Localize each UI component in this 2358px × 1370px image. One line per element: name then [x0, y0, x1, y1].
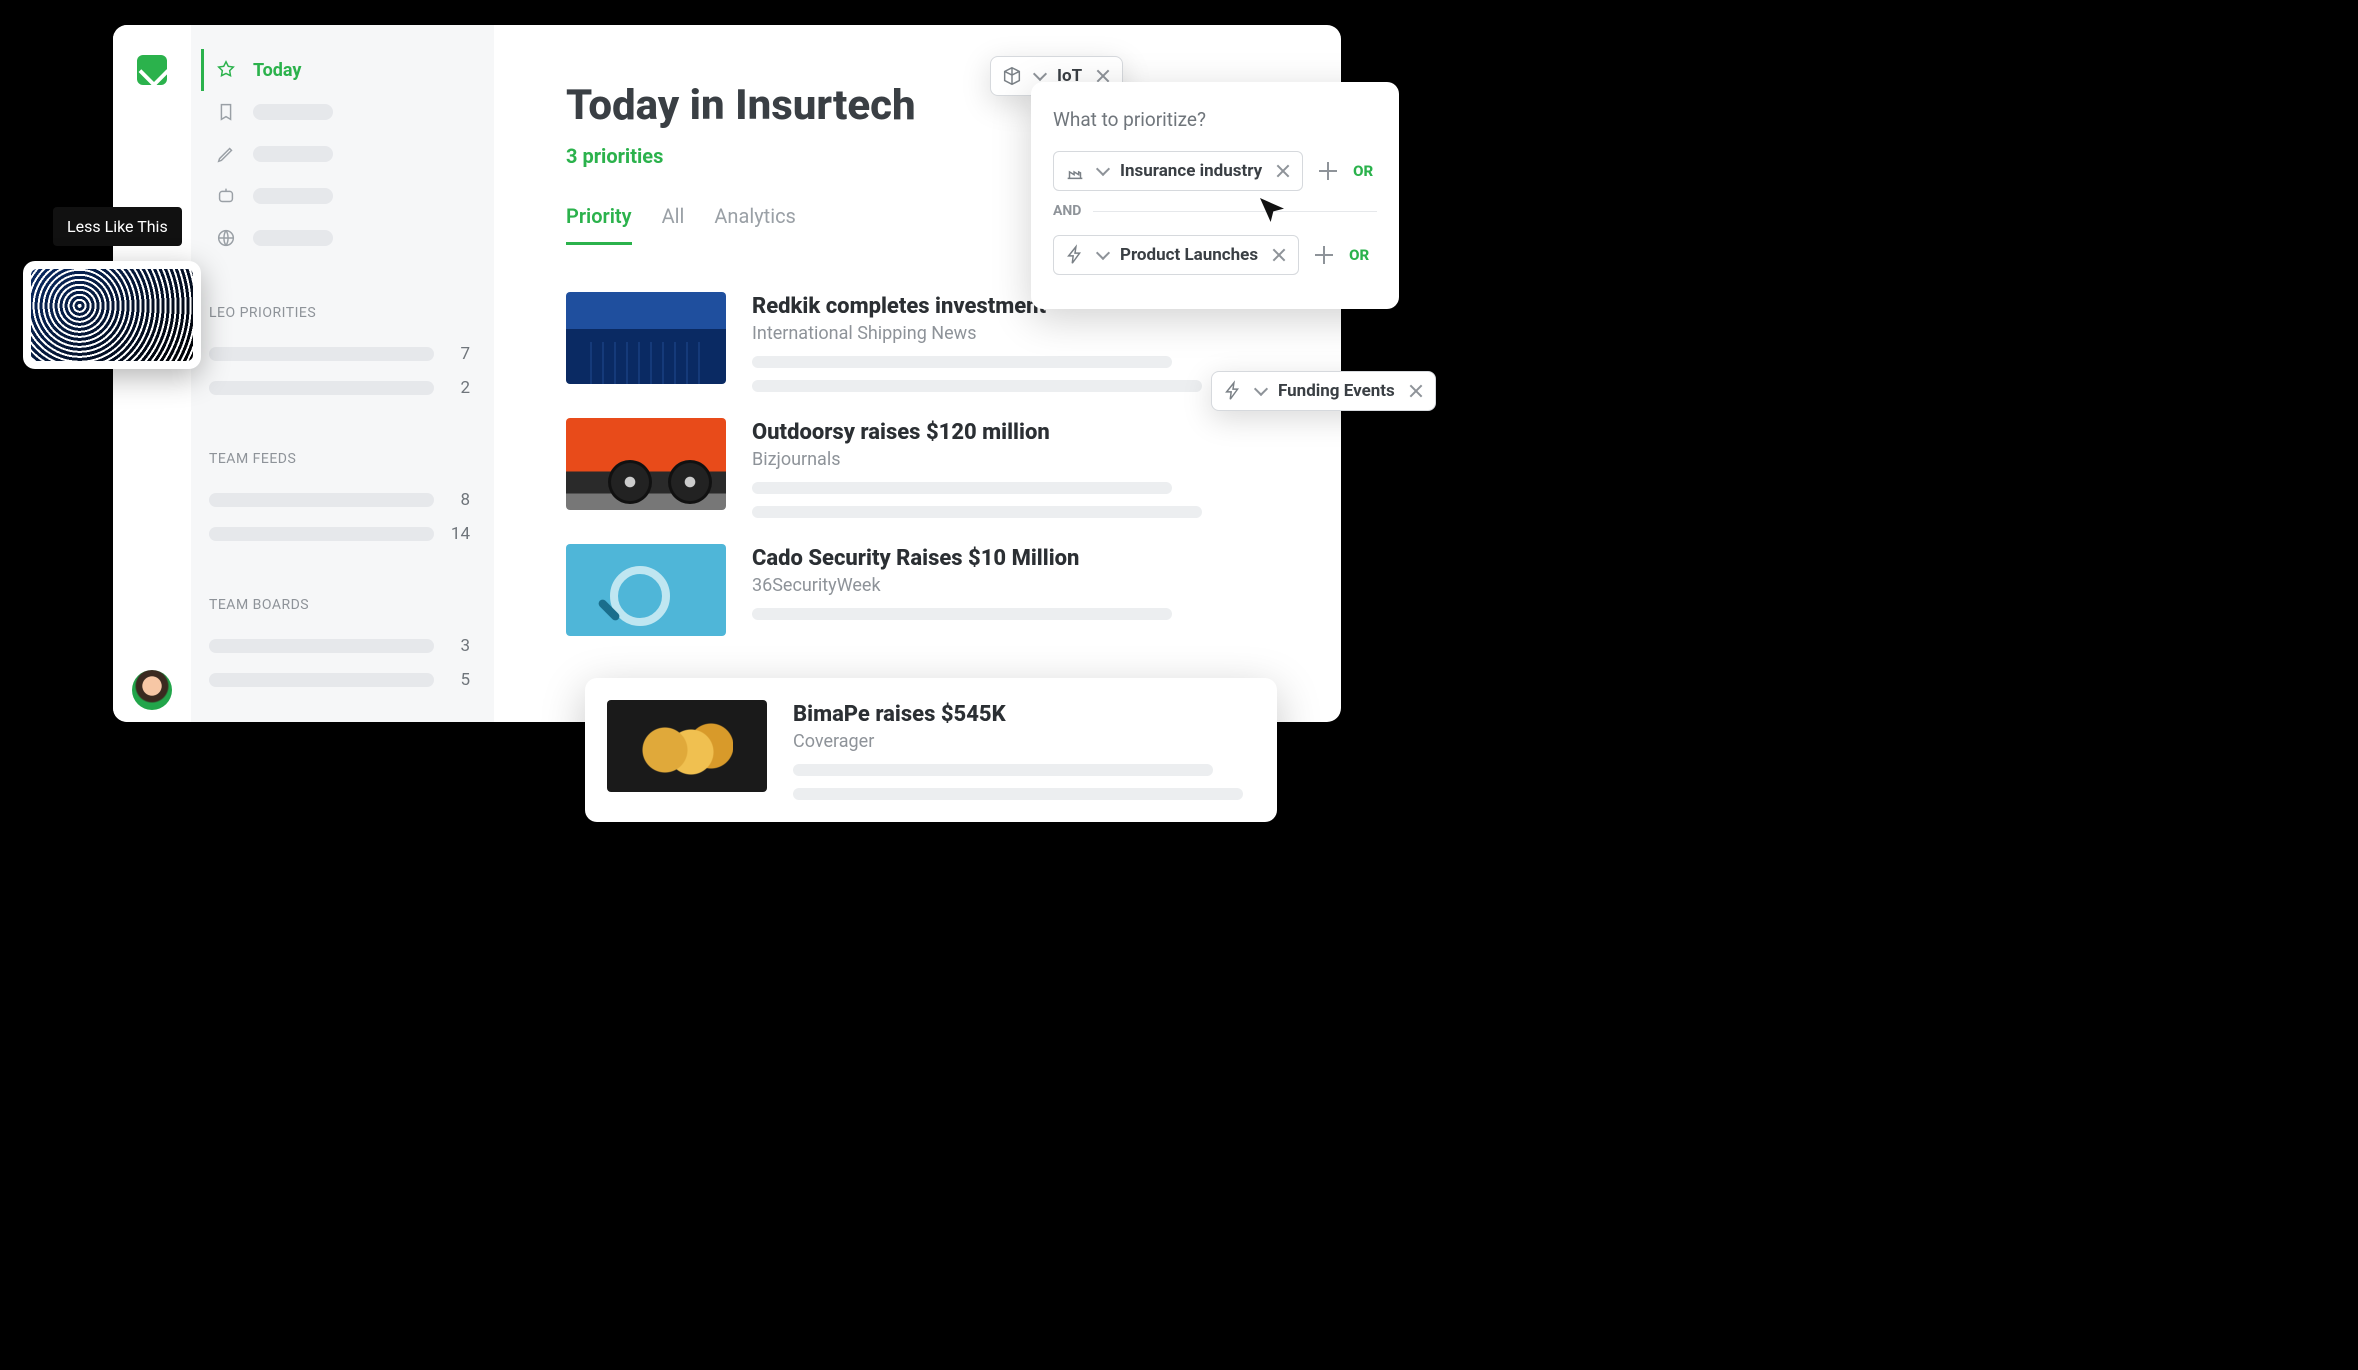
article-thumb	[566, 292, 726, 384]
text-placeholder	[793, 788, 1243, 800]
insurance-chip[interactable]: Insurance industry	[1053, 151, 1303, 191]
text-placeholder	[752, 356, 1172, 368]
cube-icon	[1001, 65, 1023, 87]
item-count: 3	[446, 636, 470, 656]
globe-icon	[215, 227, 237, 249]
chip-label: Product Launches	[1120, 245, 1258, 265]
nav-label: Today	[253, 60, 302, 81]
nav-bookmarks[interactable]	[209, 91, 470, 133]
tab-analytics[interactable]: Analytics	[714, 204, 796, 245]
and-separator: AND	[1053, 203, 1377, 219]
priority-panel: What to prioritize? Insurance industry O…	[1031, 82, 1399, 309]
or-label: OR	[1349, 246, 1369, 264]
section-header-priorities: LEO PRIORITIES	[209, 305, 470, 321]
bolt-icon	[1064, 244, 1086, 266]
robot-icon	[215, 185, 237, 207]
panel-question: What to prioritize?	[1053, 108, 1377, 131]
add-condition-button[interactable]	[1313, 244, 1335, 266]
text-placeholder	[752, 482, 1172, 494]
chevron-down-icon[interactable]	[1096, 246, 1110, 260]
item-placeholder	[209, 347, 434, 361]
item-count: 14	[446, 524, 470, 544]
section-header-feeds: TEAM FEEDS	[209, 451, 470, 467]
close-icon[interactable]	[1270, 246, 1288, 264]
chevron-down-icon[interactable]	[1254, 382, 1268, 396]
text-placeholder	[752, 380, 1202, 392]
industry-icon	[1064, 160, 1086, 182]
text-placeholder	[752, 506, 1202, 518]
text-placeholder	[752, 608, 1172, 620]
bookmark-icon	[215, 101, 237, 123]
article-source: Bizjournals	[752, 449, 1299, 470]
today-icon	[215, 59, 237, 81]
close-icon[interactable]	[1407, 382, 1425, 400]
item-count: 2	[446, 378, 470, 398]
board-item[interactable]: 3	[209, 629, 470, 663]
article-row[interactable]: Outdoorsy raises $120 million Bizjournal…	[566, 418, 1299, 518]
item-count: 7	[446, 344, 470, 364]
less-like-this-tooltip: Less Like This	[53, 207, 182, 246]
nav-placeholder	[253, 230, 333, 246]
and-label: AND	[1053, 203, 1081, 219]
priority-item[interactable]: 7	[209, 337, 470, 371]
nav-leo[interactable]	[209, 175, 470, 217]
item-count: 8	[446, 490, 470, 510]
article-source: International Shipping News	[752, 323, 1299, 344]
launches-chip[interactable]: Product Launches	[1053, 235, 1299, 275]
add-condition-button[interactable]	[1317, 160, 1339, 182]
article-thumb	[566, 418, 726, 510]
chevron-down-icon[interactable]	[1033, 67, 1047, 81]
nav-placeholder	[253, 146, 333, 162]
item-count: 5	[446, 670, 470, 690]
section-header-boards: TEAM BOARDS	[209, 597, 470, 613]
nav-annotations[interactable]	[209, 133, 470, 175]
chip-label: Insurance industry	[1120, 161, 1262, 181]
pencil-icon	[215, 143, 237, 165]
nav-today[interactable]: Today	[201, 49, 470, 91]
article-source: 36SecurityWeek	[752, 575, 1299, 596]
app-logo[interactable]	[137, 55, 167, 85]
bolt-icon	[1222, 380, 1244, 402]
icon-rail	[113, 25, 191, 722]
feed-item[interactable]: 14	[209, 517, 470, 551]
fingerprint-image	[31, 269, 193, 361]
item-placeholder	[209, 493, 434, 507]
item-placeholder	[209, 673, 434, 687]
nav-placeholder	[253, 104, 333, 120]
priority-item[interactable]: 2	[209, 371, 470, 405]
item-placeholder	[209, 527, 434, 541]
article-list: Redkik completes investment Internationa…	[566, 292, 1299, 636]
article-source: Coverager	[793, 731, 1255, 752]
article-row[interactable]: Cado Security Raises $10 Million 36Secur…	[566, 544, 1299, 636]
text-placeholder	[793, 764, 1213, 776]
item-placeholder	[209, 381, 434, 395]
or-label: OR	[1353, 162, 1373, 180]
fingerprint-card[interactable]	[23, 261, 201, 369]
item-placeholder	[209, 639, 434, 653]
article-title: Cado Security Raises $10 Million	[752, 546, 1299, 571]
article-title: Outdoorsy raises $120 million	[752, 420, 1299, 445]
article-title: BimaPe raises $545K	[793, 702, 1255, 727]
article-thumb	[607, 700, 767, 792]
feed-item[interactable]: 8	[209, 483, 470, 517]
user-avatar[interactable]	[132, 670, 172, 710]
nav-team[interactable]	[209, 217, 470, 259]
funding-chip[interactable]: Funding Events	[1211, 371, 1436, 411]
board-item[interactable]: 5	[209, 663, 470, 697]
nav-placeholder	[253, 188, 333, 204]
sidebar: Today LEO PRIORITIES	[191, 25, 494, 722]
article-thumb	[566, 544, 726, 636]
floating-article-card[interactable]: BimaPe raises $545K Coverager	[585, 678, 1277, 822]
chip-label: Funding Events	[1278, 381, 1395, 401]
tab-priority[interactable]: Priority	[566, 204, 632, 245]
close-icon[interactable]	[1274, 162, 1292, 180]
tab-all[interactable]: All	[662, 204, 685, 245]
chevron-down-icon[interactable]	[1096, 162, 1110, 176]
